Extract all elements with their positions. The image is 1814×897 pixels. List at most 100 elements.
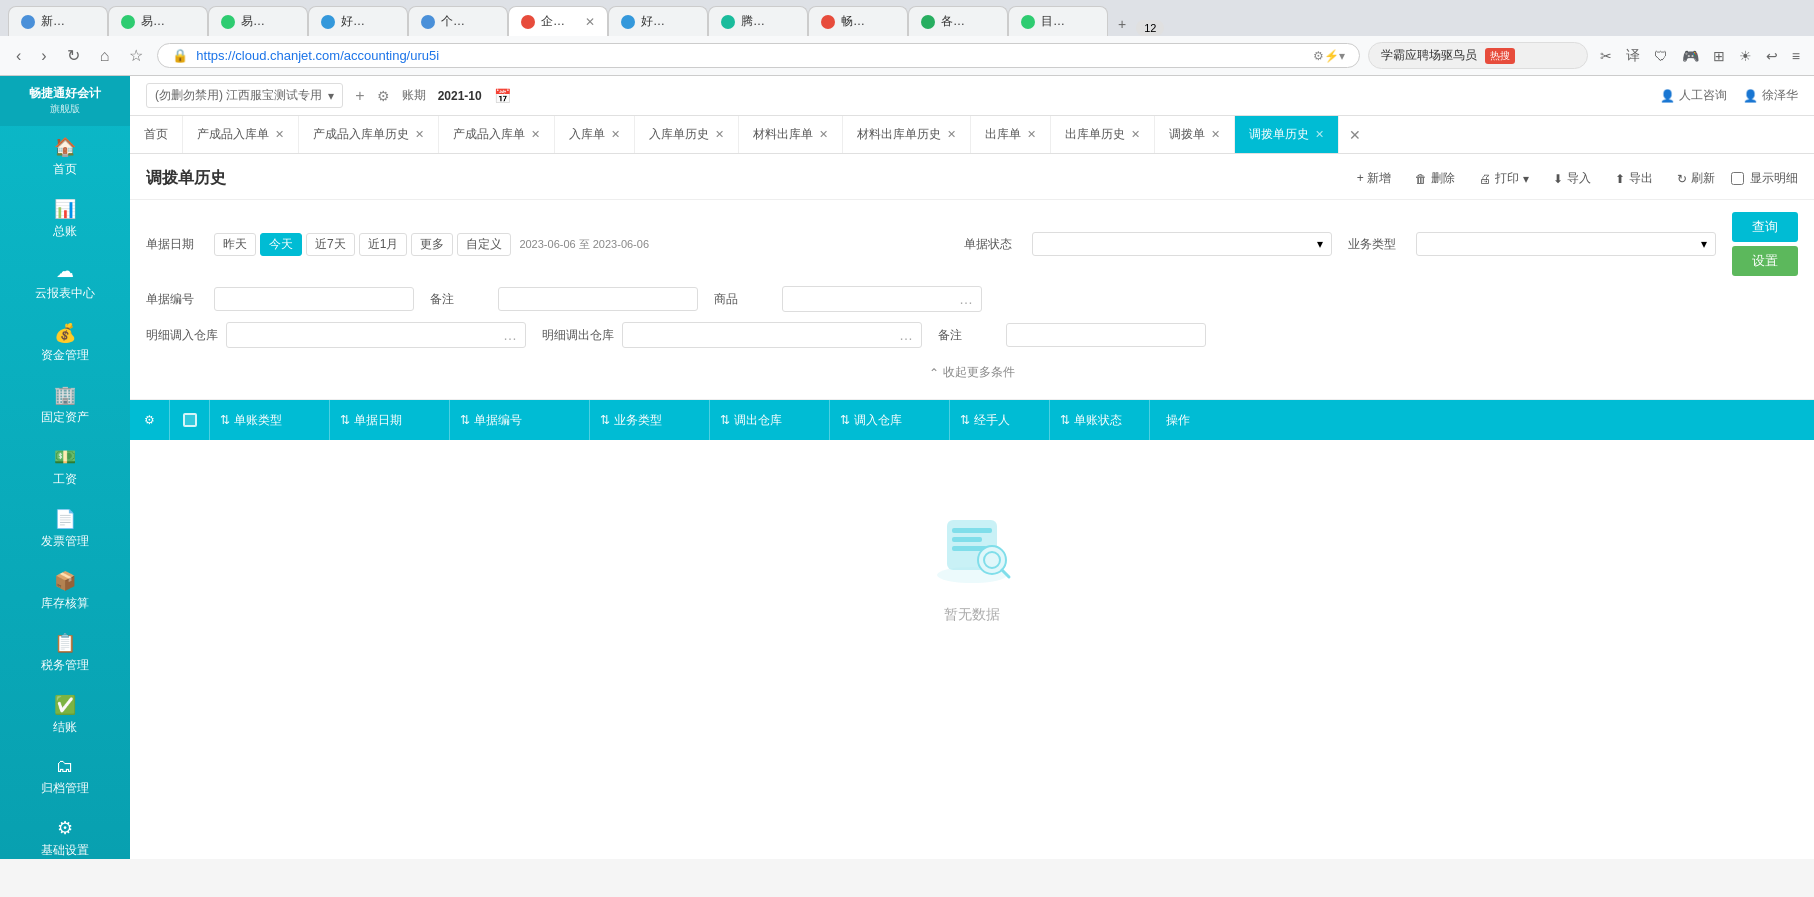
browser-tab-1[interactable]: 易… xyxy=(108,6,208,36)
doc-no-input[interactable] xyxy=(214,287,414,311)
grid-icon[interactable]: ⊞ xyxy=(1709,44,1729,68)
sidebar-item-home[interactable]: 🏠 首页 xyxy=(0,126,130,188)
date-btn-7days[interactable]: 近7天 xyxy=(306,233,355,256)
tab-nav-outbound-history[interactable]: 出库单历史 ✕ xyxy=(1051,116,1155,153)
tab-close-finished-inbound-history[interactable]: ✕ xyxy=(415,128,424,141)
sidebar-item-tax[interactable]: 📋 税务管理 xyxy=(0,622,130,684)
detail-in-selector[interactable]: … xyxy=(226,322,526,348)
th-checkbox[interactable] xyxy=(170,400,210,440)
scissors-icon[interactable]: ✂ xyxy=(1596,44,1616,68)
tab-close-finished-inbound[interactable]: ✕ xyxy=(275,128,284,141)
sidebar-item-close-accounts[interactable]: ✅ 结账 xyxy=(0,684,130,746)
biz-type-select[interactable]: ▾ xyxy=(1416,232,1716,256)
tab-nav-transfer[interactable]: 调拨单 ✕ xyxy=(1155,116,1235,153)
print-button[interactable]: 🖨 打印 ▾ xyxy=(1471,166,1537,191)
tab-close-transfer-history[interactable]: ✕ xyxy=(1315,128,1324,141)
th-gear[interactable]: ⚙ xyxy=(130,400,170,440)
tab-close-outbound-history[interactable]: ✕ xyxy=(1131,128,1140,141)
sidebar-item-settings[interactable]: ⚙ 基础设置 xyxy=(0,807,130,859)
tab-close-outbound[interactable]: ✕ xyxy=(1027,128,1036,141)
tab-nav-material-outbound-history[interactable]: 材料出库单历史 ✕ xyxy=(843,116,971,153)
company-selector[interactable]: (勿删勿禁用) 江西服宝测试专用 ▾ xyxy=(146,83,343,108)
import-button[interactable]: ⬇ 导入 xyxy=(1545,166,1599,191)
home-button[interactable]: ⌂ xyxy=(94,43,116,69)
browser-tab-2[interactable]: 易… xyxy=(208,6,308,36)
tab-close-transfer[interactable]: ✕ xyxy=(1211,128,1220,141)
date-btn-custom[interactable]: 自定义 xyxy=(457,233,511,256)
browser-tab-9[interactable]: 各… xyxy=(908,6,1008,36)
translate-icon[interactable]: 译 xyxy=(1622,43,1644,69)
th-handler[interactable]: ⇅ 经手人 xyxy=(950,400,1050,440)
new-button[interactable]: + 新增 xyxy=(1349,166,1399,191)
date-btn-1month[interactable]: 近1月 xyxy=(359,233,408,256)
date-btn-today[interactable]: 今天 xyxy=(260,233,302,256)
company-settings-button[interactable]: ⚙ xyxy=(377,88,390,104)
refresh-button-page[interactable]: ↻ 刷新 xyxy=(1669,166,1723,191)
calendar-icon[interactable]: 📅 xyxy=(494,88,511,104)
search-bar[interactable]: 学霸应聘场驱鸟员 热搜 xyxy=(1368,42,1588,69)
tab-nav-finished-inbound2[interactable]: 产成品入库单 ✕ xyxy=(439,116,555,153)
user-button[interactable]: 👤 徐泽华 xyxy=(1743,87,1798,104)
new-tab-button[interactable]: + xyxy=(1112,12,1132,36)
close-all-tabs[interactable]: ✕ xyxy=(1339,119,1371,151)
header-checkbox[interactable] xyxy=(183,413,197,427)
bookmark-button[interactable]: ☆ xyxy=(123,42,149,69)
brightness-icon[interactable]: ☀ xyxy=(1735,44,1756,68)
tab-close-material-outbound-history[interactable]: ✕ xyxy=(947,128,956,141)
browser-tab-6[interactable]: 好… xyxy=(608,6,708,36)
date-btn-yesterday[interactable]: 昨天 xyxy=(214,233,256,256)
tab-nav-inbound-history[interactable]: 入库单历史 ✕ xyxy=(635,116,739,153)
tab-close-5[interactable]: ✕ xyxy=(585,15,595,29)
display-checkbox[interactable] xyxy=(1731,172,1744,185)
detail-in-ellipsis-icon[interactable]: … xyxy=(503,327,517,343)
tab-close-inbound-history[interactable]: ✕ xyxy=(715,128,724,141)
undo-icon[interactable]: ↩ xyxy=(1762,44,1782,68)
browser-tab-0[interactable]: 新… xyxy=(8,6,108,36)
goods-ellipsis-icon[interactable]: … xyxy=(959,291,973,307)
sidebar-item-payroll[interactable]: 💵 工资 xyxy=(0,436,130,498)
remark2-input[interactable] xyxy=(1006,323,1206,347)
display-toggle[interactable]: 显示明细 xyxy=(1731,170,1798,187)
shield-icon[interactable]: 🛡 xyxy=(1650,44,1672,68)
tab-nav-material-outbound[interactable]: 材料出库单 ✕ xyxy=(739,116,843,153)
tab-close-finished-inbound2[interactable]: ✕ xyxy=(531,128,540,141)
sidebar-item-invoice[interactable]: 📄 发票管理 xyxy=(0,498,130,560)
refresh-button[interactable]: ↻ xyxy=(61,42,86,69)
th-biz-type[interactable]: ⇅ 业务类型 xyxy=(590,400,710,440)
sidebar-item-archive[interactable]: 🗂 归档管理 xyxy=(0,746,130,807)
tab-nav-finished-inbound[interactable]: 产成品入库单 ✕ xyxy=(183,116,299,153)
delete-button[interactable]: 🗑 删除 xyxy=(1407,166,1463,191)
tab-nav-finished-inbound-history[interactable]: 产成品入库单历史 ✕ xyxy=(299,116,439,153)
th-transfer-out[interactable]: ⇅ 调出仓库 xyxy=(710,400,830,440)
th-doc-type[interactable]: ⇅ 单账类型 xyxy=(210,400,330,440)
sidebar-item-ledger[interactable]: 📊 总账 xyxy=(0,188,130,250)
sidebar-item-fixed-assets[interactable]: 🏢 固定资产 xyxy=(0,374,130,436)
collapse-button[interactable]: ⌃ 收起更多条件 xyxy=(923,358,1021,387)
th-transfer-in[interactable]: ⇅ 调入仓库 xyxy=(830,400,950,440)
browser-tab-7[interactable]: 腾… xyxy=(708,6,808,36)
back-button[interactable]: ‹ xyxy=(10,43,27,69)
forward-button[interactable]: › xyxy=(35,43,52,69)
remark-input[interactable] xyxy=(498,287,698,311)
date-btn-more[interactable]: 更多 xyxy=(411,233,453,256)
browser-tab-8[interactable]: 畅… xyxy=(808,6,908,36)
tab-nav-home[interactable]: 首页 xyxy=(130,116,183,153)
goods-selector[interactable]: … xyxy=(782,286,982,312)
th-doc-no[interactable]: ⇅ 单据编号 xyxy=(450,400,590,440)
browser-tab-10[interactable]: 目… xyxy=(1008,6,1108,36)
th-doc-status[interactable]: ⇅ 单账状态 xyxy=(1050,400,1150,440)
game-icon[interactable]: 🎮 xyxy=(1678,44,1703,68)
query-button[interactable]: 查询 xyxy=(1732,212,1798,242)
tab-close-inbound[interactable]: ✕ xyxy=(611,128,620,141)
tab-nav-inbound[interactable]: 入库单 ✕ xyxy=(555,116,635,153)
tab-nav-outbound[interactable]: 出库单 ✕ xyxy=(971,116,1051,153)
export-button[interactable]: ⬆ 导出 xyxy=(1607,166,1661,191)
browser-tab-4[interactable]: 个… xyxy=(408,6,508,36)
detail-out-selector[interactable]: … xyxy=(622,322,922,348)
detail-out-ellipsis-icon[interactable]: … xyxy=(899,327,913,343)
filter-settings-button[interactable]: 设置 xyxy=(1732,246,1798,276)
menu-icon[interactable]: ≡ xyxy=(1788,44,1804,68)
browser-tab-3[interactable]: 好… xyxy=(308,6,408,36)
sidebar-item-cloud-report[interactable]: ☁ 云报表中心 xyxy=(0,250,130,312)
sidebar-item-fund[interactable]: 💰 资金管理 xyxy=(0,312,130,374)
